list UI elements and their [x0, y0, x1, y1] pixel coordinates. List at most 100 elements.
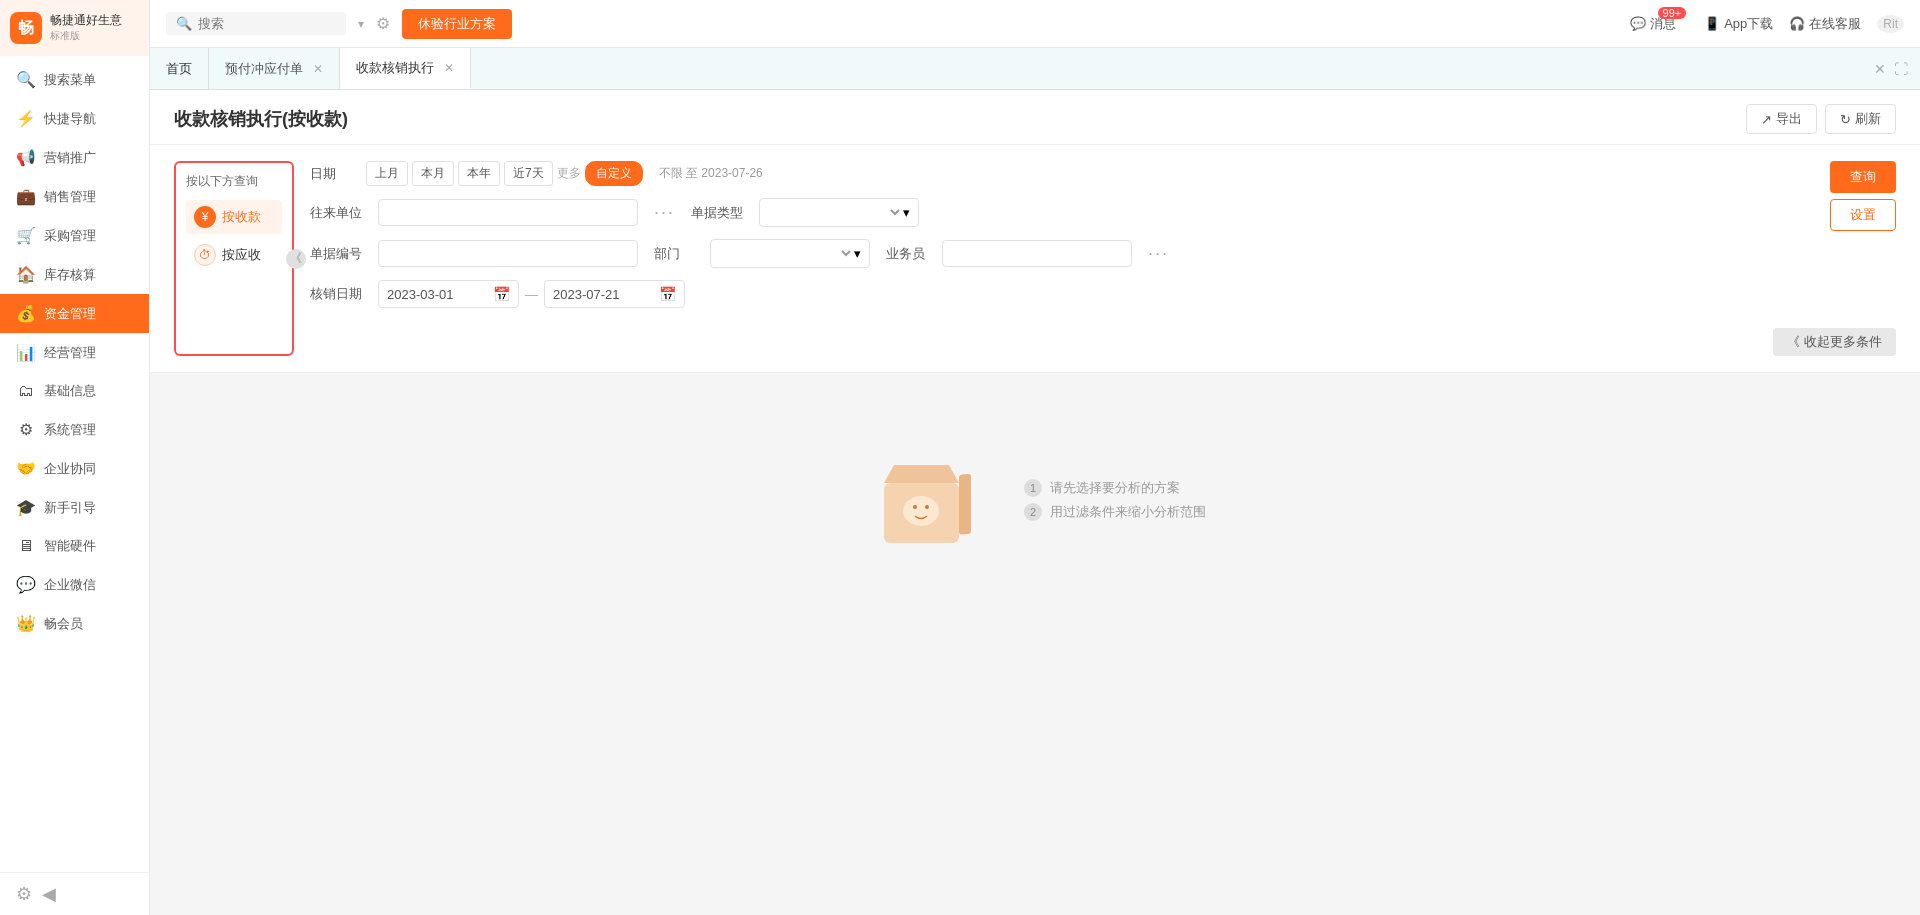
window-controls: ✕ ⛶ — [1862, 61, 1920, 77]
sidebar-item-quicknav[interactable]: ⚡ 快捷导航 — [0, 99, 149, 138]
tab-collection-close[interactable]: ✕ — [444, 61, 454, 75]
tab-prepay[interactable]: 预付冲应付单 ✕ — [209, 48, 340, 89]
collapse-sidebar-icon[interactable]: ◀ — [42, 883, 56, 905]
sidebar-item-inventory[interactable]: 🏠 库存核算 — [0, 255, 149, 294]
message-action[interactable]: 💬 消息 99+ — [1630, 15, 1676, 33]
app-logo: 畅 畅捷通好生意 标准版 — [0, 0, 149, 56]
date-more-btn[interactable]: 更多 — [557, 165, 581, 182]
staff-input[interactable] — [942, 240, 1132, 267]
doc-no-input[interactable] — [378, 240, 638, 267]
date-btn-this-year[interactable]: 本年 — [458, 161, 500, 186]
sidebar-item-marketing[interactable]: 📢 营销推广 — [0, 138, 149, 177]
tab-home[interactable]: 首页 — [150, 48, 209, 89]
verify-date-start-wrap: 2023-03-01 📅 — [378, 280, 519, 308]
sidebar: 畅 畅捷通好生意 标准版 🔍 搜索菜单 ⚡ 快捷导航 📢 营销推广 💼 销售管理… — [0, 0, 150, 915]
collapse-more-btn[interactable]: 《 收起更多条件 — [1773, 328, 1896, 356]
filter-settings-btn[interactable]: 设置 — [1830, 199, 1896, 231]
svg-point-5 — [925, 505, 929, 509]
logo-text: 畅捷通好生意 — [50, 13, 122, 29]
tab-collection[interactable]: 收款核销执行 ✕ — [340, 48, 471, 89]
logo-icon: 畅 — [10, 12, 42, 44]
topbar-search-input[interactable] — [198, 16, 318, 31]
doc-type-select[interactable]: ▾ — [759, 198, 919, 227]
enterprise-icon: 🤝 — [16, 459, 36, 478]
filter-left-panel: 按以下方查询 ¥ 按收款 ⏱ 按应收 《 — [174, 161, 294, 356]
verify-date-end-input[interactable]: 2023-07-21 — [553, 287, 653, 302]
sidebar-item-finance[interactable]: 💰 资金管理 — [0, 294, 149, 333]
counterpart-input[interactable] — [378, 199, 638, 226]
filter-option-by-receivable[interactable]: ⏱ 按应收 — [186, 238, 282, 272]
collapse-up-icon: 《 — [1787, 333, 1800, 351]
export-btn[interactable]: ↗ 导出 — [1746, 104, 1817, 134]
svg-rect-2 — [959, 474, 971, 535]
calendar-end-icon[interactable]: 📅 — [659, 286, 676, 302]
sidebar-item-label: 基础信息 — [44, 382, 96, 400]
user-avatar[interactable]: Rit — [1877, 15, 1904, 33]
receivable-icon: ⏱ — [194, 244, 216, 266]
date-btn-last-month[interactable]: 上月 — [366, 161, 408, 186]
sidebar-item-basic[interactable]: 🗂 基础信息 — [0, 372, 149, 410]
filter-right-panel: 日期 上月 本月 本年 近7天 更多 自定义 不限 至 2023-07-26 — [310, 161, 1896, 356]
member-icon: 👑 — [16, 614, 36, 633]
settings-footer-icon[interactable]: ⚙ — [16, 883, 32, 905]
filter-option-by-receipt[interactable]: ¥ 按收款 — [186, 200, 282, 234]
app-download-action[interactable]: 📱 App下载 — [1704, 15, 1773, 33]
sidebar-item-label: 智能硬件 — [44, 537, 96, 555]
sidebar-item-search[interactable]: 🔍 搜索菜单 — [0, 60, 149, 99]
sidebar-item-wecom[interactable]: 💬 企业微信 — [0, 565, 149, 604]
dept-select[interactable]: ▾ — [710, 239, 870, 268]
verify-date-start-input[interactable]: 2023-03-01 — [387, 287, 487, 302]
sidebar-item-label: 销售管理 — [44, 188, 96, 206]
filter-collapse-btn[interactable]: 《 — [286, 249, 306, 269]
filter-row-counterpart: 往来单位 ··· 单据类型 ▾ — [310, 198, 1814, 227]
counterpart-label: 往来单位 — [310, 204, 362, 222]
app-download-icon: 📱 — [1704, 16, 1720, 31]
topbar-search-area: 🔍 — [166, 12, 346, 35]
quick-nav-icon: ⚡ — [16, 109, 36, 128]
chevron-down-icon2: ▾ — [854, 246, 861, 261]
date-range-dash: — — [525, 287, 538, 302]
sidebar-footer: ⚙ ◀ — [0, 872, 149, 915]
expand-window-icon[interactable]: ⛶ — [1894, 61, 1908, 77]
sidebar-item-system[interactable]: ⚙ 系统管理 — [0, 410, 149, 449]
filter-action-btns: 查询 设置 — [1830, 161, 1896, 231]
counterpart-ellipsis[interactable]: ··· — [654, 202, 675, 223]
topbar-gear-icon[interactable]: ⚙ — [376, 14, 390, 33]
sidebar-item-enterprise[interactable]: 🤝 企业协同 — [0, 449, 149, 488]
sidebar-item-sales[interactable]: 💼 销售管理 — [0, 177, 149, 216]
doc-type-select-input[interactable] — [768, 204, 903, 221]
tab-prepay-close[interactable]: ✕ — [313, 62, 323, 76]
filter-row-docno: 单据编号 部门 ▾ 业务员 ··· — [310, 239, 1814, 268]
sidebar-item-label: 营销推广 — [44, 149, 96, 167]
empty-tip-2: 2 用过滤条件来缩小分析范围 — [1024, 503, 1206, 521]
sidebar-item-purchase[interactable]: 🛒 采购管理 — [0, 216, 149, 255]
verify-date-end-wrap: 2023-07-21 📅 — [544, 280, 685, 308]
sidebar-item-business[interactable]: 📊 经营管理 — [0, 333, 149, 372]
refresh-btn[interactable]: ↻ 刷新 — [1825, 104, 1896, 134]
marketing-icon: 📢 — [16, 148, 36, 167]
sidebar-item-member[interactable]: 👑 畅会员 — [0, 604, 149, 643]
sidebar-item-label: 新手引导 — [44, 499, 96, 517]
date-btn-7days[interactable]: 近7天 — [504, 161, 553, 186]
staff-ellipsis[interactable]: ··· — [1148, 243, 1169, 264]
sidebar-item-guide[interactable]: 🎓 新手引导 — [0, 488, 149, 527]
sidebar-item-label: 系统管理 — [44, 421, 96, 439]
receipt-icon: ¥ — [194, 206, 216, 228]
sidebar-item-label: 企业微信 — [44, 576, 96, 594]
calendar-start-icon[interactable]: 📅 — [493, 286, 510, 302]
sidebar-item-hardware[interactable]: 🖥 智能硬件 — [0, 527, 149, 565]
guide-icon: 🎓 — [16, 498, 36, 517]
query-btn[interactable]: 查询 — [1830, 161, 1896, 193]
main-content: 🔍 ▾ ⚙ 休验行业方案 💬 消息 99+ 📱 App下载 🎧 在线客服 Rit — [150, 0, 1920, 915]
date-btn-this-month[interactable]: 本月 — [412, 161, 454, 186]
export-icon: ↗ — [1761, 112, 1772, 127]
empty-illustration — [864, 453, 984, 553]
date-buttons: 上月 本月 本年 近7天 更多 自定义 — [366, 161, 643, 186]
industry-btn[interactable]: 休验行业方案 — [402, 9, 512, 39]
dept-select-input[interactable] — [719, 245, 854, 262]
online-service-action[interactable]: 🎧 在线客服 — [1789, 15, 1861, 33]
topbar-chevron-icon[interactable]: ▾ — [358, 17, 364, 31]
close-window-icon[interactable]: ✕ — [1874, 61, 1886, 77]
date-btn-custom[interactable]: 自定义 — [585, 161, 643, 186]
business-icon: 📊 — [16, 343, 36, 362]
